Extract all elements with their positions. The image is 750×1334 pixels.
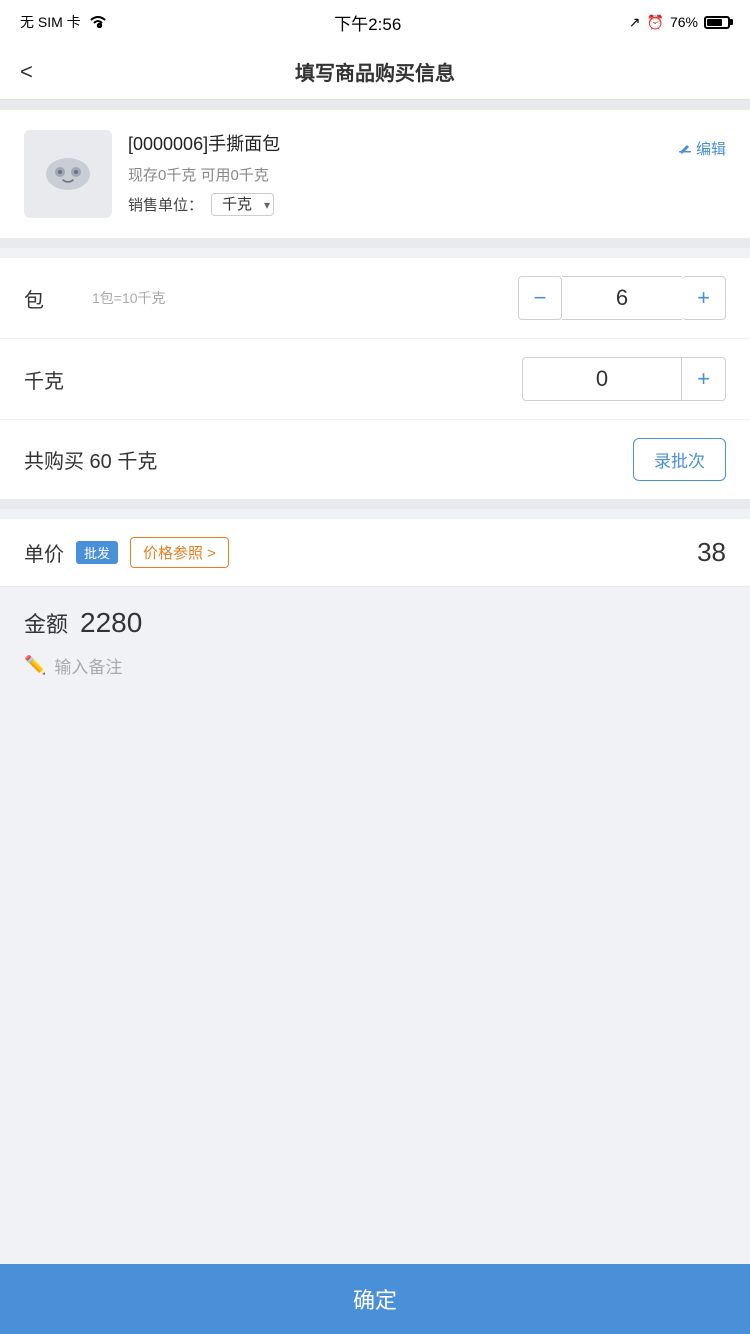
confirm-button[interactable]: 确定: [0, 1264, 750, 1334]
mid-divider1: [0, 238, 750, 248]
amount-value: 2280: [80, 607, 142, 639]
nav-bar: < 填写商品购买信息: [0, 44, 750, 100]
page-title: 填写商品购买信息: [295, 57, 455, 86]
summary-text: 共购买 60 千克: [24, 445, 157, 474]
summary-row: 共购买 60 千克 录批次: [0, 420, 750, 499]
edit-label: 编辑: [696, 138, 726, 159]
price-ref-button[interactable]: 价格参照 >: [130, 537, 229, 568]
edit-note-icon: ✏️: [24, 655, 46, 676]
batch-button[interactable]: 录批次: [633, 438, 726, 481]
price-section: 单价 批发 价格参照 > 38: [0, 519, 750, 586]
product-unit-row: 销售单位： 千克 包: [128, 193, 726, 216]
status-time: 下午2:56: [334, 10, 401, 35]
battery-percent: 76%: [670, 14, 698, 30]
kg-label: 千克: [24, 365, 84, 394]
status-left: 无 SIM 卡: [20, 12, 107, 32]
location-icon: ↗: [629, 14, 641, 31]
back-button[interactable]: <: [20, 59, 33, 85]
amount-row: 金额 2280: [24, 607, 726, 639]
note-placeholder: 输入备注: [54, 653, 122, 678]
bag-input-row: 包 1包=10千克 − +: [0, 258, 750, 339]
price-value: 38: [697, 537, 726, 568]
kg-input-row: 千克 +: [0, 339, 750, 420]
alarm-icon: ⏰: [647, 14, 664, 31]
product-stock: 现存0千克 可用0千克: [128, 164, 726, 185]
amount-section: 金额 2280 ✏️ 输入备注: [0, 587, 750, 678]
note-row[interactable]: ✏️ 输入备注: [24, 653, 726, 678]
unit-label: 销售单位：: [128, 194, 203, 215]
unit-select-wrap[interactable]: 千克 包: [211, 193, 274, 216]
wifi-icon: [89, 14, 107, 31]
price-tag: 批发: [76, 541, 118, 564]
mid-divider2: [0, 499, 750, 509]
amount-label: 金额: [24, 607, 68, 639]
bag-sub: 1包=10千克: [92, 288, 518, 308]
kg-quantity-input[interactable]: [522, 357, 682, 401]
price-ref-label: 价格参照 >: [143, 542, 216, 563]
battery-icon: [704, 16, 730, 29]
product-image: [24, 130, 112, 218]
unit-select[interactable]: 千克 包: [211, 193, 274, 216]
carrier-text: 无 SIM 卡: [20, 12, 81, 32]
page-filler: [0, 698, 750, 958]
status-bar: 无 SIM 卡 下午2:56 ↗ ⏰ 76%: [0, 0, 750, 44]
bag-minus-button[interactable]: −: [518, 276, 562, 320]
status-right: ↗ ⏰ 76%: [629, 14, 730, 31]
bag-stepper: − +: [518, 276, 726, 320]
kg-plus-button[interactable]: +: [682, 357, 726, 401]
product-card: [0000006]手撕面包 现存0千克 可用0千克 销售单位： 千克 包 编辑: [0, 110, 750, 238]
top-divider: [0, 100, 750, 110]
input-section: 包 1包=10千克 − + 千克 +: [0, 258, 750, 420]
bag-label: 包: [24, 284, 84, 313]
kg-input-box: +: [84, 357, 726, 401]
price-label: 单价: [24, 538, 64, 567]
product-info: [0000006]手撕面包 现存0千克 可用0千克 销售单位： 千克 包: [128, 130, 726, 216]
bag-quantity-input[interactable]: [562, 276, 682, 320]
bag-plus-button[interactable]: +: [682, 276, 726, 320]
edit-button[interactable]: 编辑: [678, 138, 726, 159]
product-name: [0000006]手撕面包: [128, 130, 726, 156]
